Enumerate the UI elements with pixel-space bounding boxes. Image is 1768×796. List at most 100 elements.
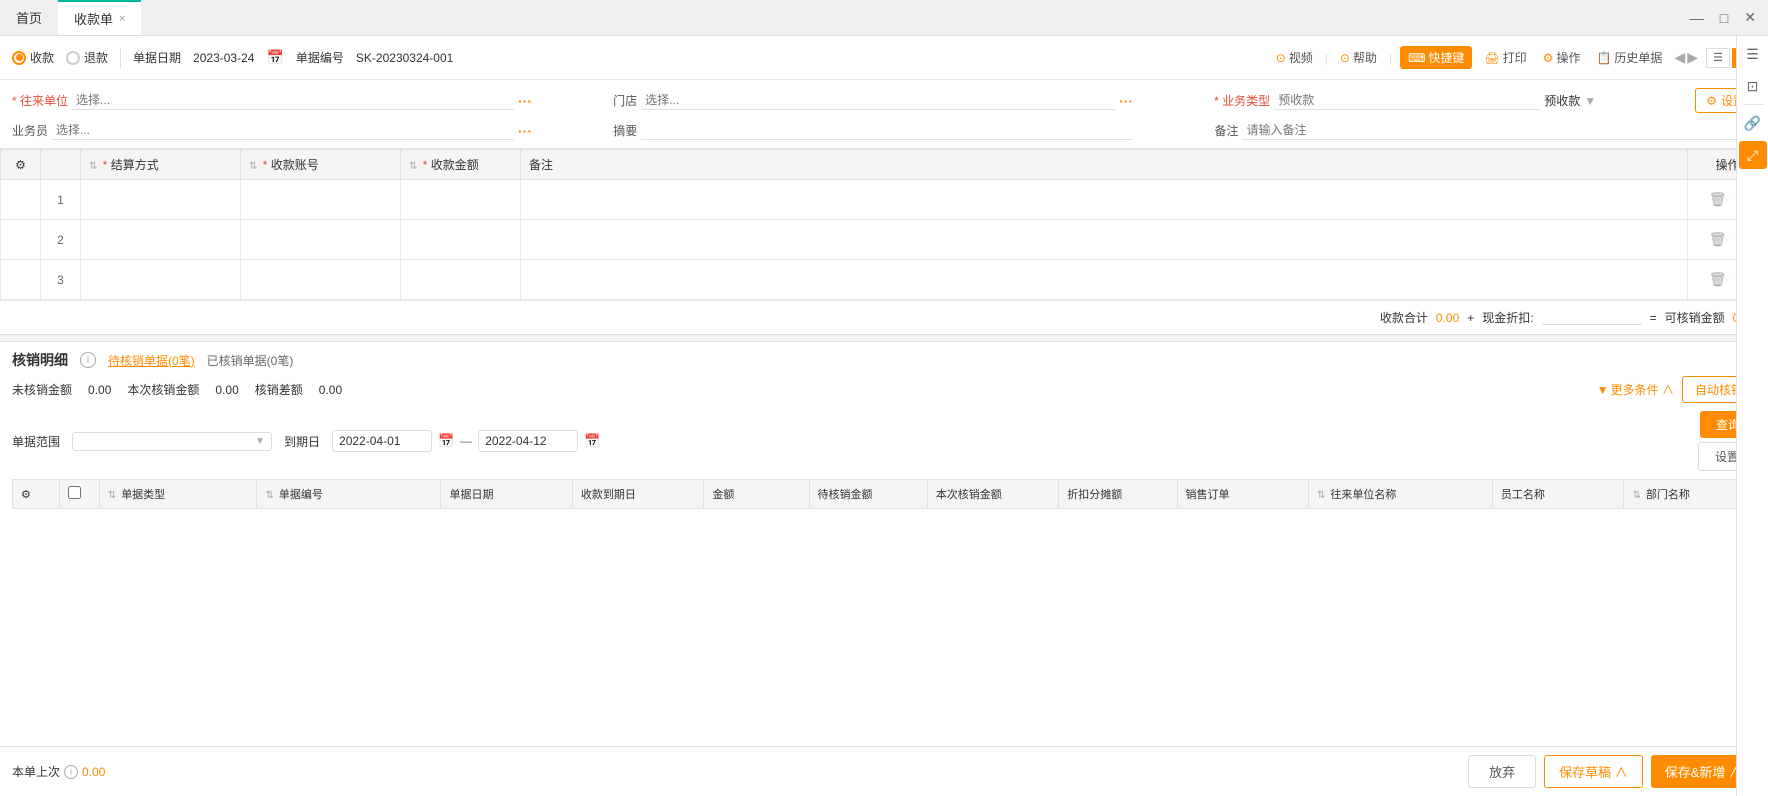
hx-done-tab[interactable]: 已核销单据(0笔) (207, 352, 294, 369)
th-rownum (41, 150, 81, 180)
history-label: 历史单据 (1614, 49, 1662, 66)
row2-remark[interactable] (521, 220, 1688, 260)
row1-amount[interactable] (401, 180, 521, 220)
abandon-btn[interactable]: 放弃 (1468, 755, 1536, 788)
rp-grid-icon[interactable]: ⊡ (1739, 72, 1767, 100)
row3-delete-icon[interactable]: 🗑 (1709, 271, 1727, 288)
bottom-table: ⚙ ⇅ 单据类型 ⇅ 单据编号 (12, 479, 1756, 509)
print-btn[interactable]: 🖨 打印 (1480, 47, 1530, 68)
toolbar-right: ⊙ 视频 | ⊙ 帮助 | ⌨ 快捷键 🖨 打印 ⚙ 操作 📋 (1272, 46, 1756, 69)
view-list-btn[interactable]: ☰ (1706, 48, 1730, 68)
radio-receipt[interactable]: 收款 (12, 49, 54, 66)
prev-arrow[interactable]: ◀ (1674, 49, 1685, 66)
th-settings[interactable]: ⚙ (1, 150, 41, 180)
salesman-input[interactable] (52, 121, 514, 140)
footer-info-icon[interactable]: i (64, 765, 78, 779)
counterpart-more-icon[interactable]: ··· (518, 93, 532, 109)
th-account-label: 收款账号 (263, 158, 319, 172)
range-select[interactable]: ▼ (72, 432, 272, 451)
salesman-more-icon[interactable]: ··· (518, 123, 532, 139)
biz-type-input[interactable] (1274, 91, 1540, 110)
row2-delete-icon[interactable]: 🗑 (1709, 231, 1727, 248)
bth-checkbox-input[interactable] (68, 486, 81, 499)
next-arrow[interactable]: ▶ (1687, 49, 1698, 66)
close-btn[interactable]: ✕ (1740, 7, 1760, 28)
bth-settings[interactable]: ⚙ (13, 480, 60, 509)
row1-account[interactable] (241, 180, 401, 220)
row1-settle[interactable] (81, 180, 241, 220)
row3-settle[interactable] (81, 260, 241, 300)
row2-settle[interactable] (81, 220, 241, 260)
print-icon: 🖨 (1484, 51, 1499, 65)
tab-home[interactable]: 首页 (0, 0, 58, 35)
settings-col-icon: ⚙ (15, 158, 26, 172)
row2-account[interactable] (241, 220, 401, 260)
radio-refund-circle (66, 51, 80, 65)
summary-input[interactable] (641, 121, 1133, 140)
salesman-field: 业务员 ··· (12, 121, 532, 140)
form-row-1: 往来单位 ··· 门店 ··· 业务类型 预收款 ▼ ··· ⚙ (12, 88, 1756, 113)
this-hx-value: 0.00 (215, 383, 238, 397)
hx-info-icon[interactable]: i (80, 352, 96, 368)
note-input[interactable] (1242, 121, 1756, 140)
settings-gear-icon: ⚙ (1706, 94, 1717, 108)
discount-input[interactable] (1542, 310, 1642, 325)
biz-type-arrow[interactable]: ▼ (1584, 94, 1596, 108)
tab-active-label: 收款单 (74, 9, 113, 28)
history-btn[interactable]: 📋 历史单据 (1592, 47, 1666, 68)
date-from-input[interactable] (332, 430, 432, 452)
rp-link-icon[interactable]: 🔗 (1739, 109, 1767, 137)
rp-table-icon[interactable]: ☰ (1739, 40, 1767, 68)
bth-settings-icon: ⚙ (21, 489, 31, 501)
bth-doc-date-label: 单据日期 (449, 489, 493, 501)
operation-btn[interactable]: ⚙ 操作 (1539, 47, 1585, 68)
row1-delete-icon[interactable]: 🗑 (1709, 191, 1727, 208)
sort-doc-num-icon[interactable]: ⇅ (265, 490, 273, 501)
total-value: 0.00 (1436, 311, 1459, 325)
nav-arrows: ◀ ▶ (1674, 49, 1698, 66)
salesman-label: 业务员 (12, 122, 48, 139)
sort-doc-type-icon[interactable]: ⇅ (108, 490, 116, 501)
row1-remark[interactable] (521, 180, 1688, 220)
biz-type-field: 业务类型 预收款 ▼ ··· (1214, 91, 1614, 110)
th-amount: ⇅ 收款金额 (401, 150, 521, 180)
row3-amount[interactable] (401, 260, 521, 300)
sort-counterpart-icon[interactable]: ⇅ (1317, 490, 1325, 501)
draft-btn[interactable]: 保存草稿 ∧ (1544, 755, 1643, 788)
sort-settle-icon[interactable]: ⇅ (89, 161, 97, 172)
row3-account[interactable] (241, 260, 401, 300)
store-input[interactable] (641, 91, 1115, 110)
cal-from-icon[interactable]: 📅 (438, 433, 454, 449)
counterpart-input[interactable] (72, 91, 514, 110)
rp-expand-icon[interactable]: ⤢ (1739, 141, 1767, 169)
radio-refund[interactable]: 退款 (66, 49, 108, 66)
maximize-btn[interactable]: □ (1716, 8, 1732, 28)
more-conditions-btn[interactable]: ▼ 更多条件 ∧ (1597, 381, 1674, 398)
filter-icon: ▼ (1597, 383, 1609, 397)
cal-to-icon[interactable]: 📅 (584, 433, 600, 449)
minimize-btn[interactable]: — (1686, 8, 1708, 28)
shortcut-btn[interactable]: ⌨ 快捷键 (1400, 46, 1472, 69)
sort-account-icon[interactable]: ⇅ (249, 161, 257, 172)
store-more-icon[interactable]: ··· (1119, 93, 1133, 109)
date-to-input[interactable] (478, 430, 578, 452)
discount-label: 现金折扣: (1482, 309, 1533, 326)
calendar-icon[interactable]: 📅 (266, 49, 283, 66)
tab-active[interactable]: 收款单 × (58, 0, 141, 35)
number-label: 单据编号 (296, 49, 344, 66)
tab-close-btn[interactable]: × (119, 13, 125, 25)
row3-remark[interactable] (521, 260, 1688, 300)
note-field: 备注 (1214, 121, 1756, 140)
bth-doc-type: ⇅ 单据类型 (99, 480, 257, 509)
hx-pending-tab[interactable]: 待核销单据(0笔) (108, 352, 195, 369)
sort-dept-icon[interactable]: ⇅ (1632, 490, 1640, 501)
help-btn[interactable]: ⊙ 帮助 (1336, 47, 1381, 68)
bth-counterpart-label: 往来单位名称 (1330, 489, 1396, 501)
sort-amount-icon[interactable]: ⇅ (409, 161, 417, 172)
row2-amount[interactable] (401, 220, 521, 260)
date-range: 📅 — 📅 (332, 430, 600, 452)
video-btn[interactable]: ⊙ 视频 (1272, 47, 1317, 68)
form-area: 往来单位 ··· 门店 ··· 业务类型 预收款 ▼ ··· ⚙ (0, 80, 1768, 149)
save-new-label: 保存&新增 ∧ (1665, 762, 1742, 781)
main-wrapper: 收款 退款 单据日期 2023-03-24 📅 单据编号 SK-20230324… (0, 36, 1768, 796)
